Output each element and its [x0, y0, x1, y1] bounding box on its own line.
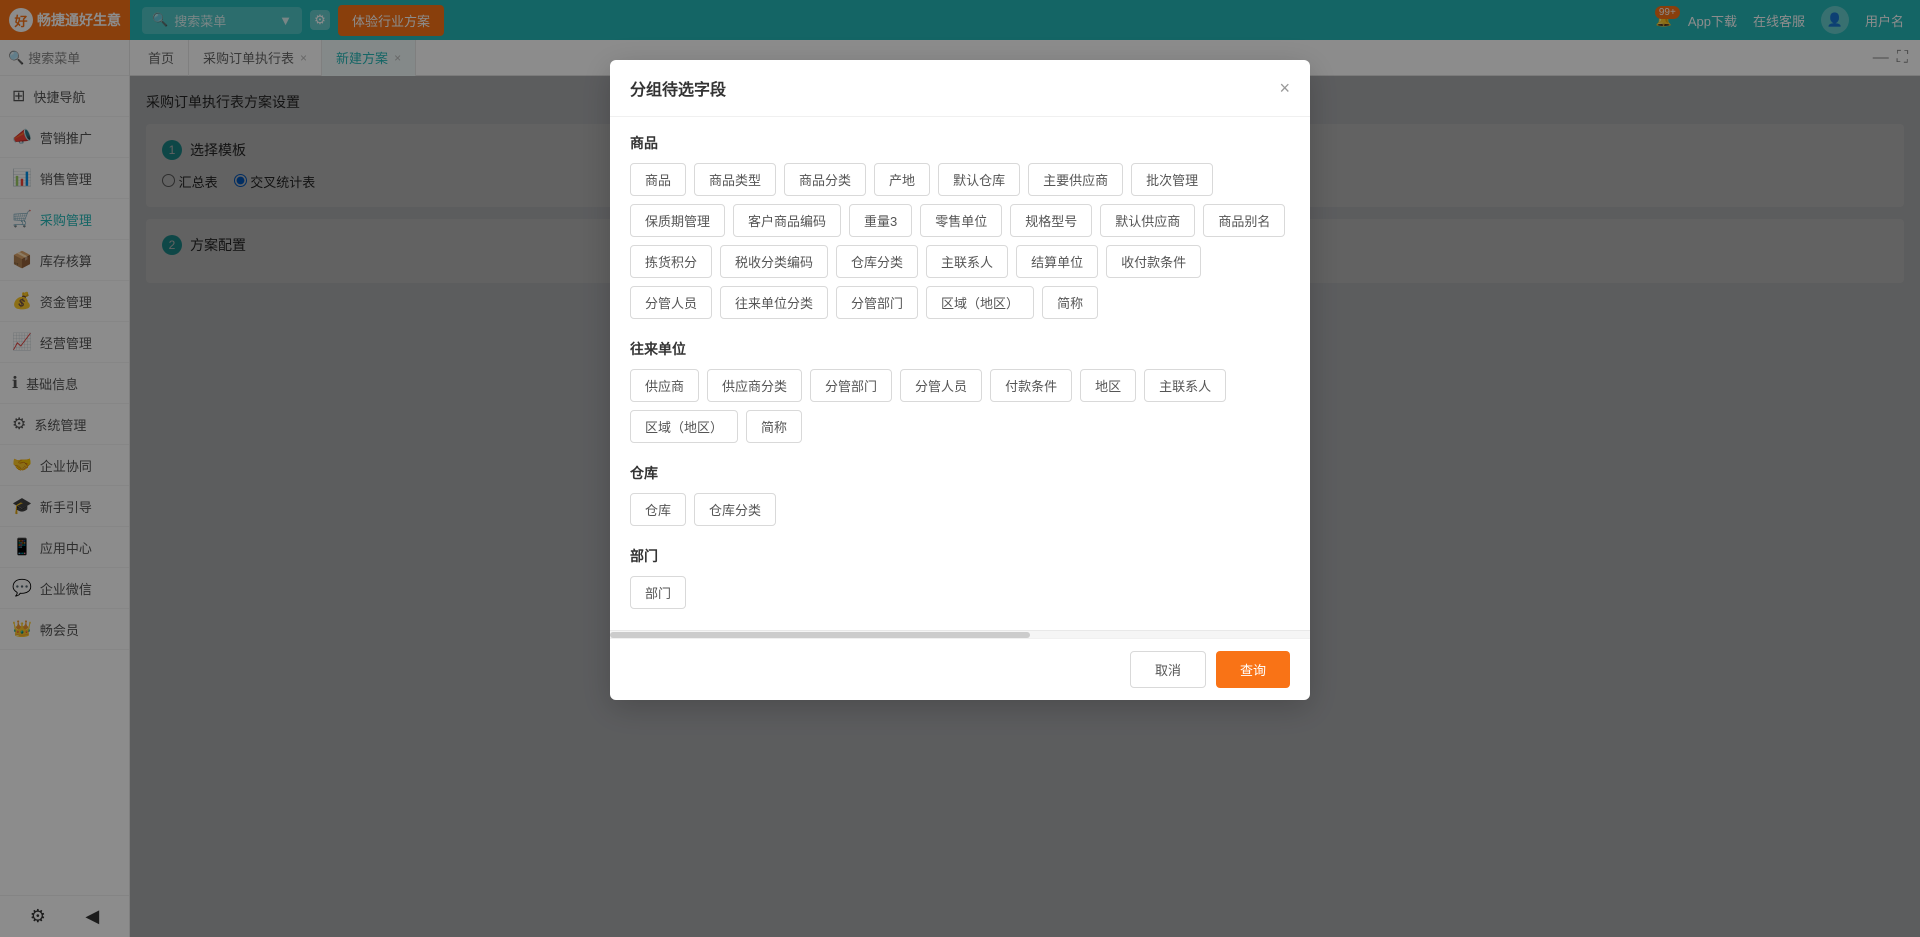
field-tag-0-17[interactable]: 主联系人: [926, 245, 1008, 278]
field-tag-1-7[interactable]: 区域（地区）: [630, 410, 738, 443]
modal-overlay: 分组待选字段 × 商品商品商品类型商品分类产地默认仓库主要供应商批次管理保质期管…: [0, 0, 1920, 937]
field-tags-1: 供应商供应商分类分管部门分管人员付款条件地区主联系人区域（地区）简称: [630, 369, 1290, 443]
field-group-1: 往来单位供应商供应商分类分管部门分管人员付款条件地区主联系人区域（地区）简称: [630, 339, 1290, 443]
field-tag-1-3[interactable]: 分管人员: [900, 369, 982, 402]
field-tag-0-12[interactable]: 默认供应商: [1100, 204, 1195, 237]
field-tag-0-3[interactable]: 产地: [874, 163, 930, 196]
field-tag-0-11[interactable]: 规格型号: [1010, 204, 1092, 237]
field-tag-0-1[interactable]: 商品类型: [694, 163, 776, 196]
cancel-button[interactable]: 取消: [1130, 651, 1206, 688]
modal-horizontal-scrollbar[interactable]: [610, 630, 1310, 638]
field-group-3: 部门部门: [630, 546, 1290, 609]
field-tag-1-2[interactable]: 分管部门: [810, 369, 892, 402]
modal-body: 商品商品商品类型商品分类产地默认仓库主要供应商批次管理保质期管理客户商品编码重量…: [610, 117, 1310, 630]
field-tag-0-4[interactable]: 默认仓库: [938, 163, 1020, 196]
field-tag-0-18[interactable]: 结算单位: [1016, 245, 1098, 278]
field-tags-0: 商品商品类型商品分类产地默认仓库主要供应商批次管理保质期管理客户商品编码重量3零…: [630, 163, 1290, 319]
field-tag-1-0[interactable]: 供应商: [630, 369, 699, 402]
field-tag-2-1[interactable]: 仓库分类: [694, 493, 776, 526]
group-title-1: 往来单位: [630, 339, 1290, 359]
group-title-2: 仓库: [630, 463, 1290, 483]
field-tag-0-6[interactable]: 批次管理: [1131, 163, 1213, 196]
field-tag-0-13[interactable]: 商品别名: [1203, 204, 1285, 237]
modal-header: 分组待选字段 ×: [610, 60, 1310, 117]
group-title-3: 部门: [630, 546, 1290, 566]
field-tag-2-0[interactable]: 仓库: [630, 493, 686, 526]
confirm-button[interactable]: 查询: [1216, 651, 1290, 688]
field-tag-0-5[interactable]: 主要供应商: [1028, 163, 1123, 196]
field-tag-1-1[interactable]: 供应商分类: [707, 369, 802, 402]
field-tag-0-15[interactable]: 税收分类编码: [720, 245, 828, 278]
field-tags-3: 部门: [630, 576, 1290, 609]
field-group-2: 仓库仓库仓库分类: [630, 463, 1290, 526]
field-tag-1-4[interactable]: 付款条件: [990, 369, 1072, 402]
field-tag-0-21[interactable]: 往来单位分类: [720, 286, 828, 319]
field-tag-0-9[interactable]: 重量3: [849, 204, 912, 237]
field-tag-0-24[interactable]: 简称: [1042, 286, 1098, 319]
field-tag-1-5[interactable]: 地区: [1080, 369, 1136, 402]
field-tag-1-8[interactable]: 简称: [746, 410, 802, 443]
field-tag-0-7[interactable]: 保质期管理: [630, 204, 725, 237]
field-tag-0-2[interactable]: 商品分类: [784, 163, 866, 196]
field-select-modal: 分组待选字段 × 商品商品商品类型商品分类产地默认仓库主要供应商批次管理保质期管…: [610, 60, 1310, 700]
field-tag-3-0[interactable]: 部门: [630, 576, 686, 609]
field-tag-0-8[interactable]: 客户商品编码: [733, 204, 841, 237]
field-tag-0-19[interactable]: 收付款条件: [1106, 245, 1201, 278]
scrollbar-thumb: [610, 632, 1030, 638]
modal-footer: 取消 查询: [610, 638, 1310, 700]
field-tag-0-20[interactable]: 分管人员: [630, 286, 712, 319]
field-tags-2: 仓库仓库分类: [630, 493, 1290, 526]
modal-close-button[interactable]: ×: [1279, 79, 1290, 97]
field-tag-0-16[interactable]: 仓库分类: [836, 245, 918, 278]
field-tag-0-23[interactable]: 区域（地区）: [926, 286, 1034, 319]
modal-title: 分组待选字段: [630, 76, 726, 100]
field-group-0: 商品商品商品类型商品分类产地默认仓库主要供应商批次管理保质期管理客户商品编码重量…: [630, 133, 1290, 319]
field-tag-0-22[interactable]: 分管部门: [836, 286, 918, 319]
field-tag-0-0[interactable]: 商品: [630, 163, 686, 196]
group-title-0: 商品: [630, 133, 1290, 153]
field-tag-1-6[interactable]: 主联系人: [1144, 369, 1226, 402]
field-tag-0-10[interactable]: 零售单位: [920, 204, 1002, 237]
field-tag-0-14[interactable]: 拣货积分: [630, 245, 712, 278]
